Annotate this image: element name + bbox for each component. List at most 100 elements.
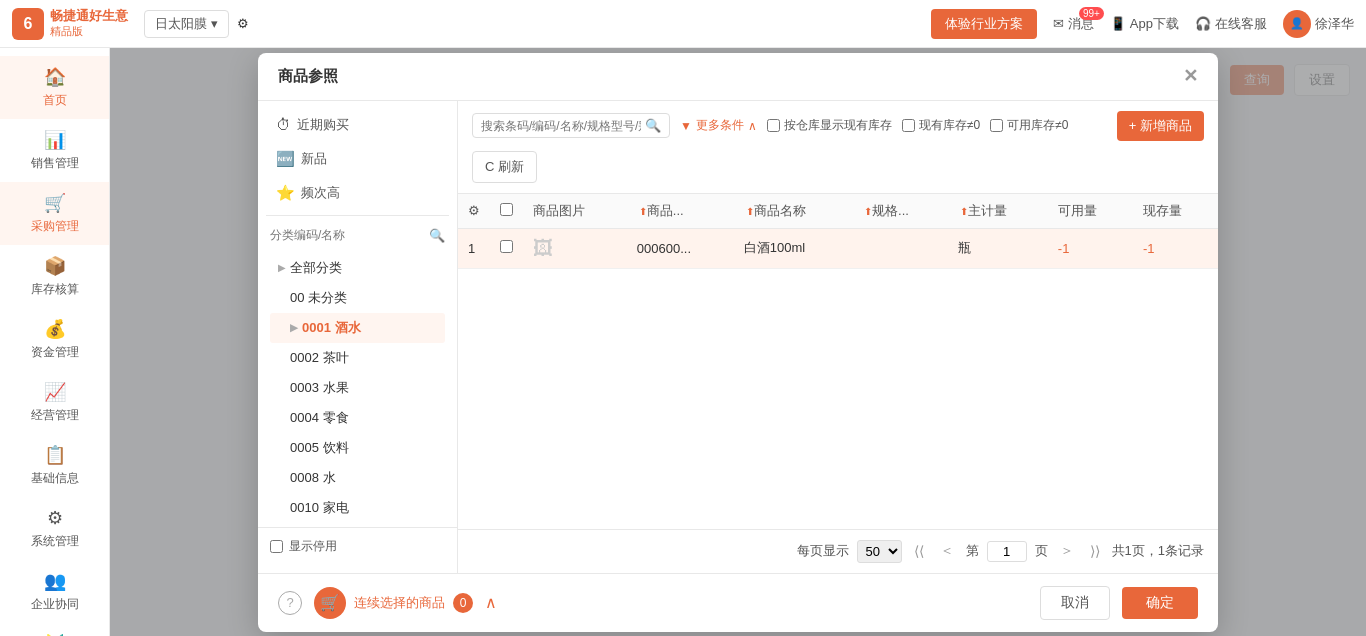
cat-label: 00 未分类	[290, 289, 347, 307]
sidebar-item-collab[interactable]: 👥 企业协同	[0, 560, 109, 623]
sidebar-item-purchase[interactable]: 🛒 采购管理	[0, 182, 109, 245]
modal-close-button[interactable]: ✕	[1183, 67, 1198, 85]
sidebar-item-system[interactable]: ⚙ 系统管理	[0, 497, 109, 560]
col-unit[interactable]: ⬆主计量	[948, 194, 1047, 229]
cat-0005[interactable]: 0005 饮料	[270, 433, 445, 463]
cat-0002[interactable]: 0002 茶叶	[270, 343, 445, 373]
nav-right: ✉ 消息 99+ 📱 App下载 🎧 在线客服 👤 徐泽华	[1053, 10, 1354, 38]
sidebar-item-label: 资金管理	[31, 344, 79, 361]
sidebar-item-label: 企业协同	[31, 596, 79, 613]
table-row[interactable]: 1 🖼 000600... 白酒100ml 瓶	[458, 228, 1218, 268]
cart-icon[interactable]: 🛒	[314, 587, 346, 619]
help-button[interactable]: ?	[278, 591, 302, 615]
sidebar-item-label: 系统管理	[31, 533, 79, 550]
category-search-input[interactable]	[270, 228, 425, 242]
filter-button[interactable]: ▼ 更多条件 ∧	[680, 117, 757, 134]
col-name[interactable]: ⬆商品名称	[734, 194, 852, 229]
confirm-button[interactable]: 确定	[1122, 587, 1198, 619]
modal: 商品参照 ✕ ⏱ 近期购买 🆕	[258, 53, 1218, 632]
cell-checkbox[interactable]	[490, 228, 523, 268]
modal-title: 商品参照	[278, 67, 338, 86]
col-spec[interactable]: ⬆规格...	[852, 194, 948, 229]
cat-0010[interactable]: 0010 家电	[270, 493, 445, 523]
first-page-button[interactable]: ⟨⟨	[910, 541, 928, 561]
refresh-button[interactable]: C 刷新	[472, 151, 537, 183]
select-all-checkbox[interactable]	[500, 203, 513, 216]
nav-message[interactable]: ✉ 消息 99+	[1053, 15, 1094, 33]
cat-label: 0005 饮料	[290, 439, 349, 457]
available-ne0-checkbox[interactable]	[990, 119, 1003, 132]
nav-selector[interactable]: 日太阳膜 ▾	[144, 10, 229, 38]
cell-spec	[852, 228, 948, 268]
last-page-button[interactable]: ⟩⟩	[1086, 541, 1104, 561]
stock-ne0-checkbox[interactable]	[902, 119, 915, 132]
table-header: ⚙ 商品图片 ⬆商品...	[458, 194, 1218, 229]
sidebar-item-label: 首页	[43, 92, 67, 109]
per-page-select[interactable]: 50	[857, 540, 902, 563]
row-checkbox[interactable]	[500, 240, 513, 253]
stock-ne0-label: 现有库存≠0	[919, 117, 980, 134]
col-settings[interactable]: ⚙	[458, 194, 490, 229]
message-badge: 99+	[1079, 7, 1104, 20]
sidebar-item-inventory[interactable]: 📦 库存核算	[0, 245, 109, 308]
tab-new[interactable]: 🆕 新品	[266, 143, 449, 175]
cat-unclassified[interactable]: 00 未分类	[270, 283, 445, 313]
col-checkbox[interactable]	[490, 194, 523, 229]
sidebar-item-guide[interactable]: 🔰 新手引导	[0, 623, 109, 636]
page-unit: 页	[1035, 542, 1048, 560]
sidebar-item-operation[interactable]: 📈 经营管理	[0, 371, 109, 434]
finance-icon: 💰	[44, 318, 66, 340]
checkbox-warehouse[interactable]: 按仓库显示现有库存	[767, 117, 892, 134]
pagination: 每页显示 50 ⟨⟨ ＜ 第 页 ＞ ⟩⟩ 共1页，1条记录	[458, 529, 1218, 573]
sidebar-item-basic[interactable]: 📋 基础信息	[0, 434, 109, 497]
nav-app[interactable]: 📱 App下载	[1110, 15, 1179, 33]
modal-footer: ? 🛒 连续选择的商品 0 ∧ 取消 确定	[258, 573, 1218, 632]
page-input[interactable]	[987, 541, 1027, 562]
per-page-label: 每页显示	[797, 542, 849, 560]
sidebar-item-sales[interactable]: 📊 销售管理	[0, 119, 109, 182]
nav-service[interactable]: 🎧 在线客服	[1195, 15, 1267, 33]
tab-frequent-label: 频次高	[301, 184, 340, 202]
collab-icon: 👥	[44, 570, 66, 592]
settings-icon[interactable]: ⚙	[237, 16, 249, 31]
tab-recent[interactable]: ⏱ 近期购买	[266, 109, 449, 141]
recent-icon: ⏱	[276, 116, 291, 133]
table-container: ⚙ 商品图片 ⬆商品...	[458, 194, 1218, 529]
cat-0003[interactable]: 0003 水果	[270, 373, 445, 403]
col-stock: 现存量	[1133, 194, 1218, 229]
modal-overlay: 商品参照 ✕ ⏱ 近期购买 🆕	[110, 48, 1366, 636]
cat-0004[interactable]: 0004 零食	[270, 403, 445, 433]
collapse-button[interactable]: ∧	[485, 593, 497, 612]
sort-icon: ⬆	[960, 206, 968, 217]
checkbox-stock-ne0[interactable]: 现有库存≠0	[902, 117, 980, 134]
table-body: 1 🖼 000600... 白酒100ml 瓶	[458, 228, 1218, 268]
checkbox-available-ne0[interactable]: 可用库存≠0	[990, 117, 1068, 134]
new-icon: 🆕	[276, 150, 295, 168]
sidebar-item-finance[interactable]: 💰 资金管理	[0, 308, 109, 371]
cat-0001[interactable]: ▶ 0001 酒水	[270, 313, 445, 343]
total-label: 共1页，1条记录	[1112, 542, 1204, 560]
nav-user[interactable]: 👤 徐泽华	[1283, 10, 1354, 38]
cat-label: 0003 水果	[290, 379, 349, 397]
left-tabs: ⏱ 近期购买 🆕 新品 ⭐ 频次高	[258, 109, 457, 209]
warehouse-checkbox[interactable]	[767, 119, 780, 132]
add-product-button[interactable]: + 新增商品	[1117, 111, 1204, 141]
show-disabled-checkbox[interactable]	[270, 540, 283, 553]
cancel-button[interactable]: 取消	[1040, 586, 1110, 620]
col-code[interactable]: ⬆商品...	[627, 194, 734, 229]
prev-page-button[interactable]: ＜	[936, 540, 958, 562]
tab-frequent[interactable]: ⭐ 频次高	[266, 177, 449, 209]
col-image: 商品图片	[523, 194, 627, 229]
sidebar-item-home[interactable]: 🏠 首页	[0, 56, 109, 119]
sort-icon: ⬆	[746, 206, 754, 217]
product-search-input[interactable]	[481, 119, 641, 133]
next-page-button[interactable]: ＞	[1056, 540, 1078, 562]
cat-0008[interactable]: 0008 水	[270, 463, 445, 493]
arrow-icon: ▶	[290, 322, 298, 333]
cat-label: 全部分类	[290, 259, 342, 277]
top-nav: 6 畅捷通好生意 精品版 日太阳膜 ▾ ⚙ 体验行业方案 ✉ 消息 99+ 📱 …	[0, 0, 1366, 48]
cat-all[interactable]: ▶ 全部分类	[270, 253, 445, 283]
tab-new-label: 新品	[301, 150, 327, 168]
left-footer: 显示停用	[258, 527, 457, 565]
experience-btn[interactable]: 体验行业方案	[931, 9, 1037, 39]
